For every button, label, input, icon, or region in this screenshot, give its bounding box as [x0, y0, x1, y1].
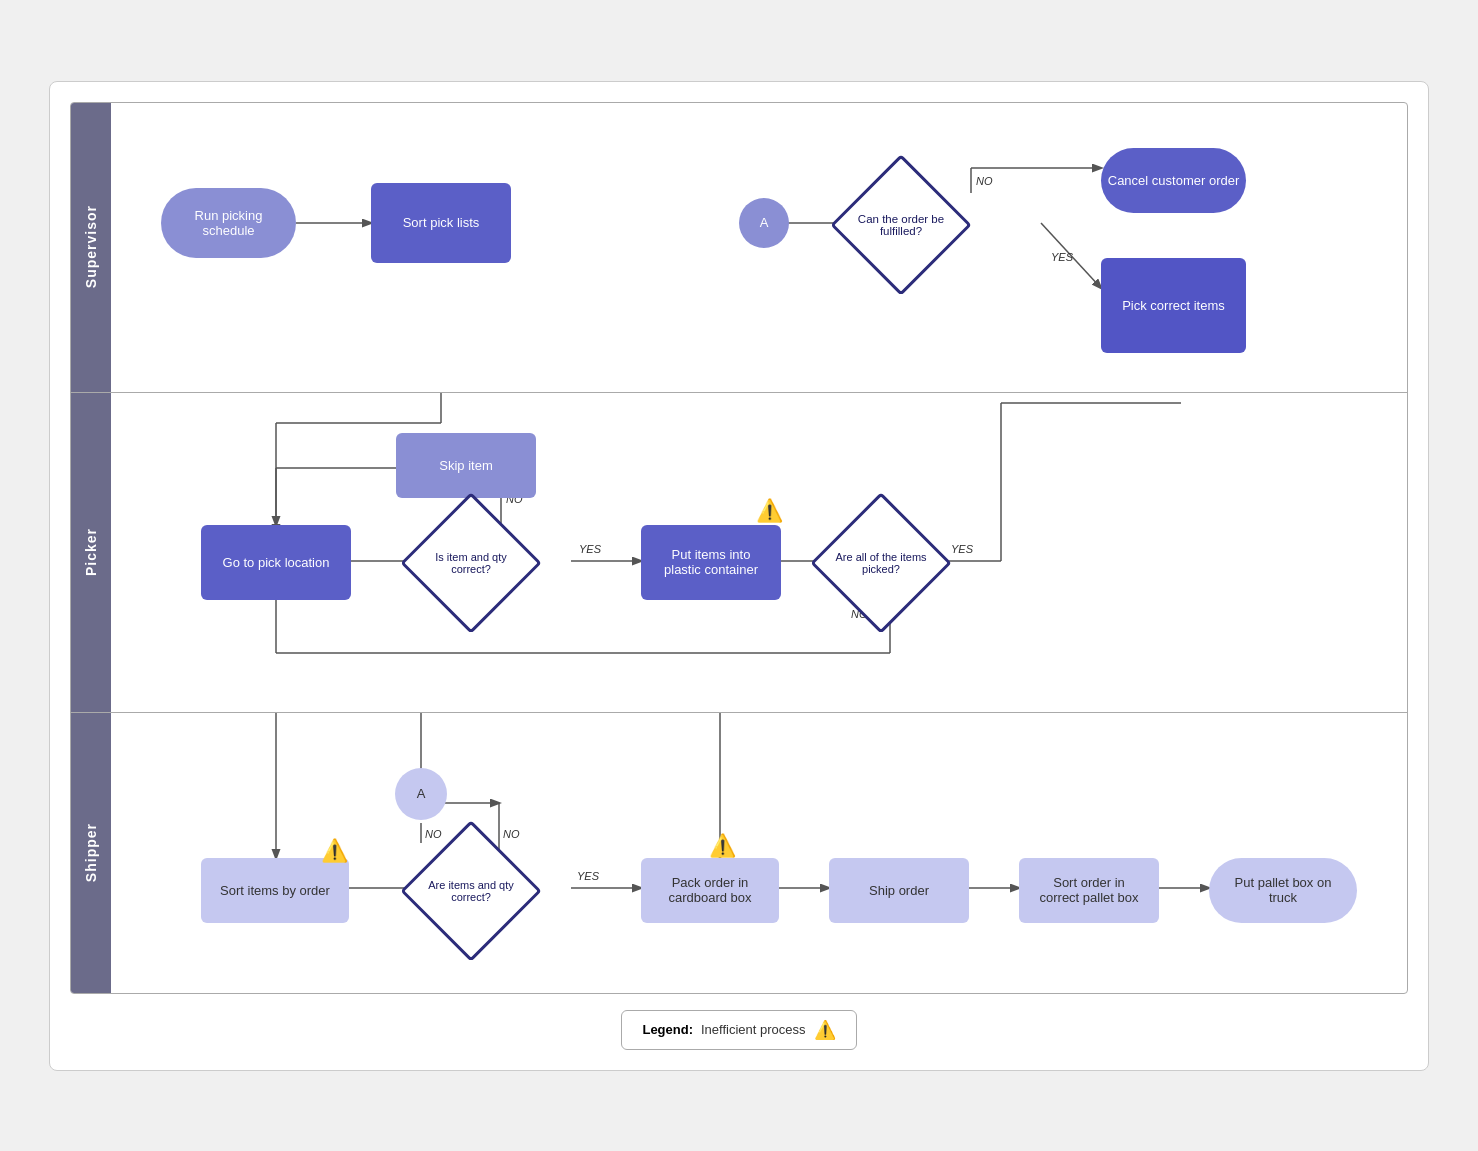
pack-cardboard-node: Pack order in cardboard box: [641, 858, 779, 923]
picker-content: NO YES YES: [111, 393, 1407, 712]
circle-a-shipper: A: [395, 768, 447, 820]
svg-text:YES: YES: [951, 543, 974, 555]
shipper-lane: Shipper NO: [71, 713, 1407, 993]
diagram-wrapper: Supervisor: [49, 81, 1429, 1071]
svg-line-6: [1041, 223, 1101, 288]
put-items-plastic-node: Put items into plastic container: [641, 525, 781, 600]
put-pallet-truck-node: Put pallet box on truck: [1209, 858, 1357, 923]
supervisor-lane: Supervisor: [71, 103, 1407, 393]
warning-legend-icon: ⚠️: [814, 1019, 836, 1041]
svg-text:NO: NO: [503, 828, 520, 840]
are-items-qty-diamond: Are items and qty correct?: [421, 841, 521, 941]
supervisor-content: NO YES Run picking schedule Sort pick li…: [111, 103, 1407, 392]
go-pick-location-node: Go to pick location: [201, 525, 351, 600]
cancel-order-node: Cancel customer order: [1101, 148, 1246, 213]
run-picking-node: Run picking schedule: [161, 188, 296, 258]
ship-order-node: Ship order: [829, 858, 969, 923]
shipper-content: NO NO YES: [111, 713, 1407, 993]
svg-text:NO: NO: [976, 175, 993, 187]
swim-lanes: Supervisor: [70, 102, 1408, 994]
picker-lane: Picker: [71, 393, 1407, 713]
sort-items-node: Sort items by order: [201, 858, 349, 923]
circle-a-top: A: [739, 198, 789, 248]
legend: Legend: Inefficient process ⚠️: [70, 1010, 1408, 1050]
sort-pallet-node: Sort order in correct pallet box: [1019, 858, 1159, 923]
svg-text:YES: YES: [579, 543, 602, 555]
can-order-diamond: Can the order be fulfilled?: [851, 175, 951, 275]
pick-correct-node: Pick correct items: [1101, 258, 1246, 353]
are-all-picked-diamond: Are all of the items picked?: [831, 513, 931, 613]
warning-sort-items: ⚠️: [321, 838, 348, 864]
skip-item-node: Skip item: [396, 433, 536, 498]
warning-pack-cardboard: ⚠️: [709, 833, 736, 859]
is-item-qty-diamond: Is item and qty correct?: [421, 513, 521, 613]
picker-label: Picker: [71, 393, 111, 712]
shipper-arrows: NO NO YES: [111, 713, 1407, 993]
sort-pick-lists-node: Sort pick lists: [371, 183, 511, 263]
svg-text:YES: YES: [1051, 251, 1074, 263]
warning-put-items: ⚠️: [756, 498, 783, 524]
svg-text:NO: NO: [425, 828, 442, 840]
svg-text:YES: YES: [577, 870, 600, 882]
supervisor-label: Supervisor: [71, 103, 111, 392]
legend-box: Legend: Inefficient process ⚠️: [621, 1010, 856, 1050]
shipper-label: Shipper: [71, 713, 111, 993]
